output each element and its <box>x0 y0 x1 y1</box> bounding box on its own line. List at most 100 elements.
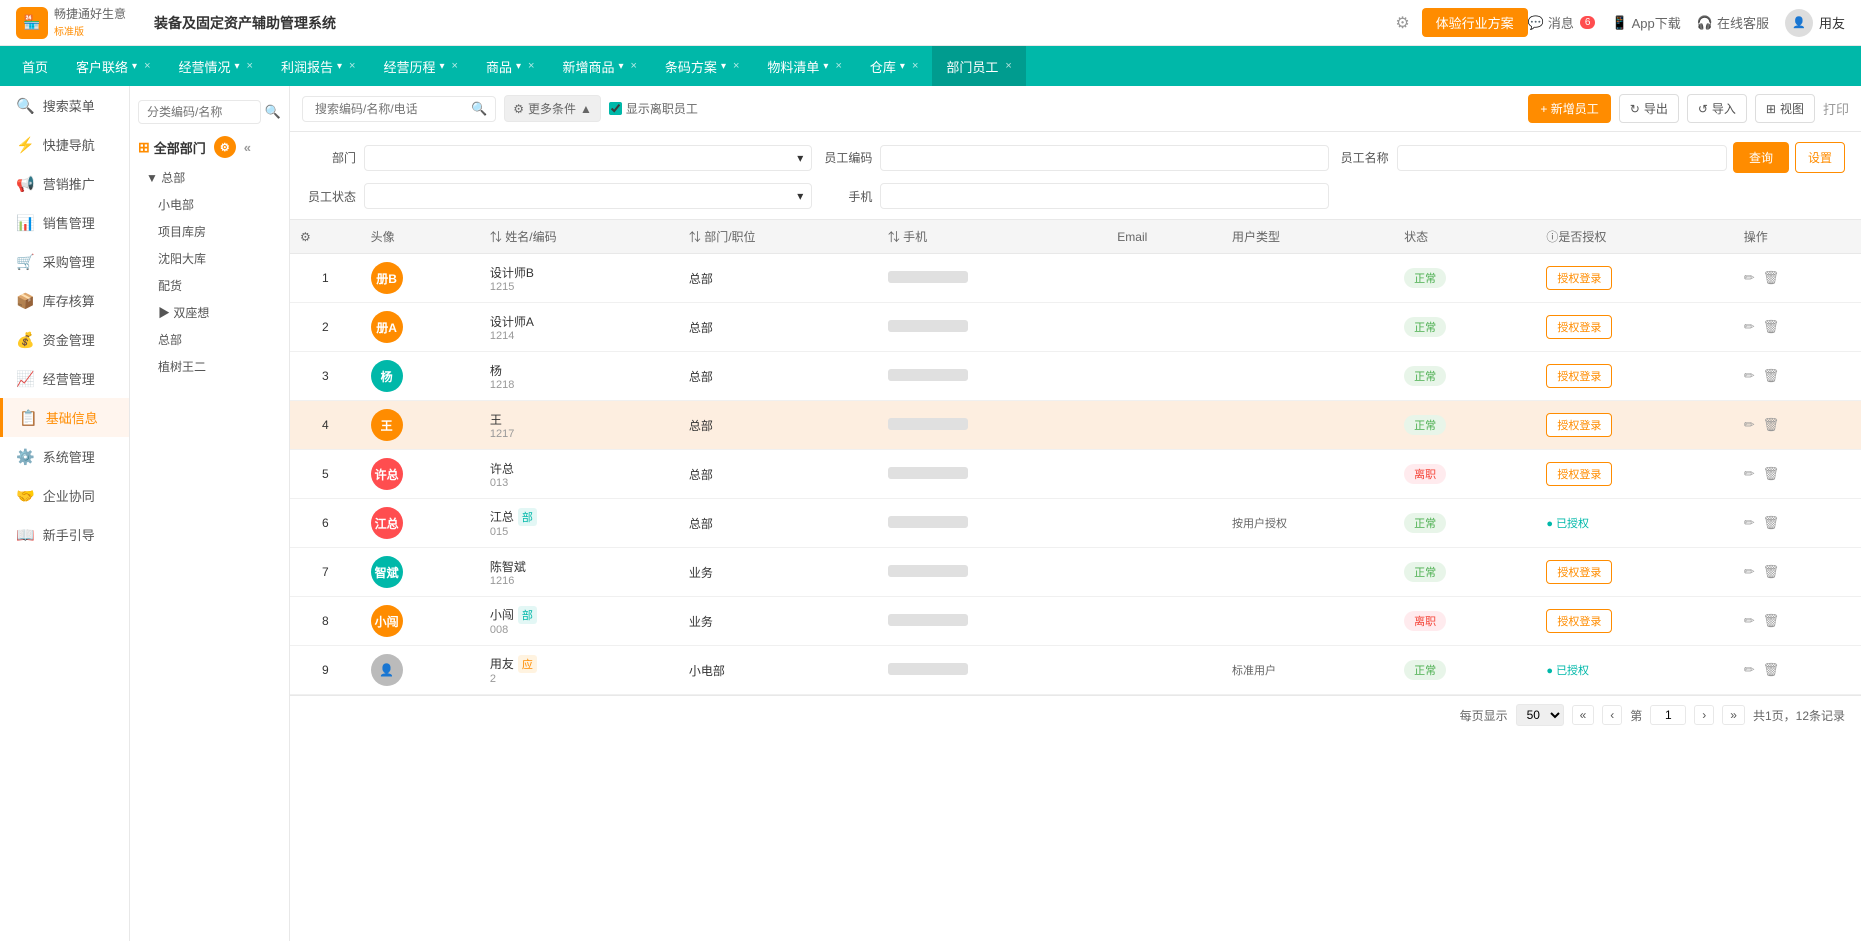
edit-icon[interactable]: ✏ <box>1744 515 1755 531</box>
edit-icon[interactable]: ✏ <box>1744 417 1755 433</box>
tab-customer[interactable]: 客户联络 ▾ × <box>62 46 164 86</box>
delete-icon[interactable]: 🗑 <box>1763 368 1780 384</box>
edit-icon[interactable]: ✏ <box>1744 466 1755 482</box>
query-button[interactable]: 查询 <box>1733 142 1789 173</box>
add-employee-button[interactable]: + 新增员工 <box>1528 94 1610 123</box>
close-icon[interactable]: × <box>247 60 253 72</box>
import-button[interactable]: ↺ 导入 <box>1687 94 1747 123</box>
more-filter-button[interactable]: ⚙ 更多条件 ▲ <box>504 95 601 122</box>
tab-home[interactable]: 首页 <box>8 46 62 86</box>
close-icon[interactable]: × <box>144 60 150 72</box>
delete-icon[interactable]: 🗑 <box>1763 319 1780 335</box>
edit-icon[interactable]: ✏ <box>1744 564 1755 580</box>
delete-icon[interactable]: 🗑 <box>1763 613 1780 629</box>
delete-icon[interactable]: 🗑 <box>1763 417 1780 433</box>
auth-login-button[interactable]: 授权登录 <box>1546 315 1612 339</box>
tab-barcode[interactable]: 条码方案 ▾ × <box>651 46 753 86</box>
settings-icon[interactable]: ⚙ <box>300 230 311 244</box>
search-btn-icon[interactable]: 🔍 <box>471 101 487 117</box>
dept-tree-item-project[interactable]: 项目库房 <box>130 218 289 245</box>
sidebar-item-marketing[interactable]: 📢 营销推广 <box>0 164 129 203</box>
filter-status-select[interactable]: ▾ <box>364 183 812 209</box>
show-resigned-checkbox[interactable]: 显示离职员工 <box>609 100 698 117</box>
edit-icon[interactable]: ✏ <box>1744 613 1755 629</box>
message-button[interactable]: 💬 消息 6 <box>1528 13 1596 32</box>
dept-tree-item-shenyang[interactable]: 沈阳大库 <box>130 245 289 272</box>
sidebar-item-enterprise[interactable]: 🤝 企业协同 <box>0 476 129 515</box>
tab-profit-report[interactable]: 利润报告 ▾ × <box>267 46 369 86</box>
close-icon[interactable]: × <box>835 60 841 72</box>
app-download-button[interactable]: 📱 App下载 <box>1611 13 1680 32</box>
sidebar-item-inventory[interactable]: 📦 库存核算 <box>0 281 129 320</box>
tab-business-status[interactable]: 经营情况 ▾ × <box>165 46 267 86</box>
sidebar-item-guide[interactable]: 📖 新手引导 <box>0 515 129 554</box>
name-code-cell: 江总部 015 <box>480 499 679 548</box>
set-button[interactable]: 设置 <box>1795 142 1845 173</box>
close-icon[interactable]: × <box>630 60 636 72</box>
gear-button[interactable]: ⚙ <box>1395 13 1409 33</box>
auth-login-button[interactable]: 授权登录 <box>1546 560 1612 584</box>
dept-search-icon[interactable]: 🔍 <box>265 104 281 120</box>
online-service-button[interactable]: 🎧 在线客服 <box>1697 13 1769 32</box>
edit-icon[interactable]: ✏ <box>1744 270 1755 286</box>
close-icon[interactable]: × <box>733 60 739 72</box>
tab-warehouse[interactable]: 仓库 ▾ × <box>856 46 932 86</box>
filter-dept-select[interactable]: ▾ <box>364 145 812 171</box>
first-page-button[interactable]: « <box>1572 705 1595 725</box>
view-button[interactable]: ⊞ 视图 <box>1755 94 1815 123</box>
filter-phone-input[interactable] <box>880 183 1328 209</box>
sidebar-item-purchase[interactable]: 🛒 采购管理 <box>0 242 129 281</box>
sidebar-item-business[interactable]: 📈 经营管理 <box>0 359 129 398</box>
tab-bom[interactable]: 物料清单 ▾ × <box>753 46 855 86</box>
filter-empname-input[interactable] <box>1397 145 1727 171</box>
dept-settings-button[interactable]: ⚙ <box>214 136 236 158</box>
edit-icon[interactable]: ✏ <box>1744 662 1755 678</box>
close-icon[interactable]: × <box>528 60 534 72</box>
close-icon[interactable]: × <box>452 60 458 72</box>
close-icon[interactable]: × <box>349 60 355 72</box>
auth-login-button[interactable]: 授权登录 <box>1546 266 1612 290</box>
tab-goods[interactable]: 商品 ▾ × <box>472 46 548 86</box>
tab-add-goods[interactable]: 新增商品 ▾ × <box>548 46 650 86</box>
page-size-select[interactable]: 50 <box>1516 704 1564 726</box>
dept-tree-item-dispatch[interactable]: 配货 <box>130 272 289 299</box>
dept-search-input[interactable] <box>138 100 261 124</box>
sidebar-item-quick-nav[interactable]: ⚡ 快捷导航 <box>0 125 129 164</box>
close-icon[interactable]: × <box>912 60 918 72</box>
auth-login-button[interactable]: 授权登录 <box>1546 364 1612 388</box>
auth-login-button[interactable]: 授权登录 <box>1546 413 1612 437</box>
sidebar-item-search[interactable]: 🔍 搜索菜单 <box>0 86 129 125</box>
tab-business-history[interactable]: 经营历程 ▾ × <box>369 46 471 86</box>
delete-icon[interactable]: 🗑 <box>1763 662 1780 678</box>
prev-page-button[interactable]: ‹ <box>1602 705 1622 725</box>
dept-tree-item-small-elec[interactable]: 小电部 <box>130 191 289 218</box>
employee-search-input[interactable] <box>311 97 471 121</box>
dept-tree-item-hq[interactable]: 总部 <box>130 326 289 353</box>
delete-icon[interactable]: 🗑 <box>1763 515 1780 531</box>
edit-icon[interactable]: ✏ <box>1744 319 1755 335</box>
sidebar-item-basic-info[interactable]: 📋 基础信息 <box>0 398 129 437</box>
tab-department-staff[interactable]: 部门员工 × <box>932 46 1025 86</box>
user-menu[interactable]: 👤 用友 <box>1785 9 1845 37</box>
auth-login-button[interactable]: 授权登录 <box>1546 609 1612 633</box>
delete-icon[interactable]: 🗑 <box>1763 270 1780 286</box>
dept-tree-item-shuangzuo[interactable]: ▶ 双座想 <box>130 299 289 326</box>
delete-icon[interactable]: 🗑 <box>1763 564 1780 580</box>
collapse-button[interactable]: « <box>244 140 251 155</box>
dept-tree-item-plant[interactable]: 植树王二 <box>130 353 289 380</box>
dept-tree-item-headquarters[interactable]: ▼ 总部 <box>130 164 289 191</box>
export-button[interactable]: ↻ 导出 <box>1619 94 1679 123</box>
auth-login-button[interactable]: 授权登录 <box>1546 462 1612 486</box>
filter-empcode-input[interactable] <box>880 145 1328 171</box>
sidebar-item-sales[interactable]: 📊 销售管理 <box>0 203 129 242</box>
close-icon[interactable]: × <box>1005 60 1011 72</box>
edit-icon[interactable]: ✏ <box>1744 368 1755 384</box>
last-page-button[interactable]: » <box>1722 705 1745 725</box>
print-button[interactable]: 打印 <box>1823 99 1849 118</box>
sidebar-item-system[interactable]: ⚙️ 系统管理 <box>0 437 129 476</box>
next-page-button[interactable]: › <box>1694 705 1714 725</box>
sidebar-item-finance[interactable]: 💰 资金管理 <box>0 320 129 359</box>
trial-button[interactable]: 体验行业方案 <box>1422 8 1528 37</box>
delete-icon[interactable]: 🗑 <box>1763 466 1780 482</box>
page-number-input[interactable] <box>1650 705 1686 725</box>
